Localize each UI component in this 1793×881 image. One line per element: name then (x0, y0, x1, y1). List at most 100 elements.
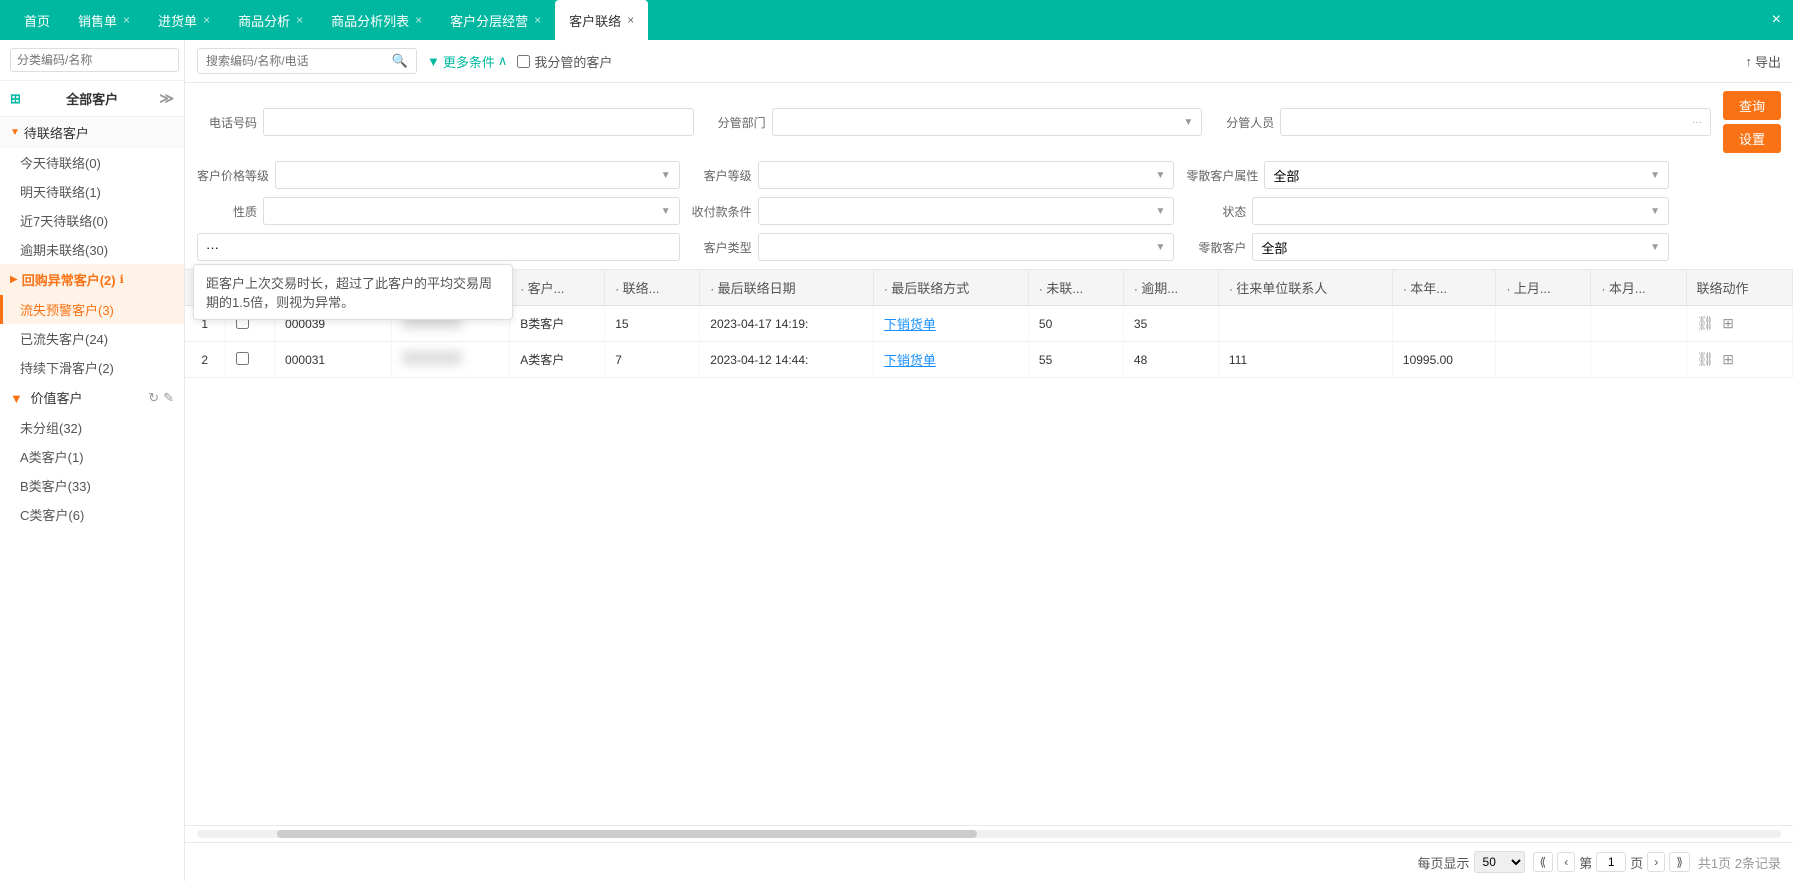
col-this-year: · 本年... (1392, 270, 1496, 306)
edit-icon[interactable]: ✎ (163, 390, 174, 406)
row2-last-type[interactable]: 下销货单 (873, 342, 1028, 378)
row2-contact-count: 7 (605, 342, 700, 378)
nav-product-list[interactable]: 商品分析列表 × (317, 0, 436, 40)
page-input[interactable] (1596, 852, 1626, 872)
col-contact-person: · 往来单位联系人 (1218, 270, 1392, 306)
sidebar-item-a-class[interactable]: A类客户(1) (0, 442, 184, 471)
tooltip-box: 距客户上次交易时长，超过了此客户的平均交易周期的1.5倍，则视为异常。 (193, 264, 513, 320)
page-label: 第 (1579, 853, 1592, 872)
nav-sales[interactable]: 销售单 × (64, 0, 144, 40)
row1-contact-person (1218, 306, 1392, 342)
nav-product-analysis-close[interactable]: × (296, 13, 303, 27)
row2-name-blurred (402, 351, 462, 365)
row2-link-icon[interactable]: ⛓ (1697, 351, 1715, 368)
export-icon: ↑ (1745, 54, 1752, 69)
row2-last-type-link[interactable]: 下销货单 (884, 353, 936, 368)
sidebar-item-7days[interactable]: 近7天待联络(0) (0, 206, 184, 235)
row2-last-month (1496, 342, 1591, 378)
extra-select[interactable]: ··· (197, 233, 680, 261)
nav-product-analysis[interactable]: 商品分析 × (224, 0, 317, 40)
prev-page-btn[interactable]: ‹ (1557, 852, 1575, 872)
sidebar-item-overdue[interactable]: 逾期未联络(30) (0, 235, 184, 264)
table-container: ⚙ · 客户编码 · 客户名称 · 客户... · 联络... · 最后联络日期… (185, 270, 1793, 825)
sidebar-item-c-class[interactable]: C类客户(6) (0, 500, 184, 529)
sidebar-item-b-class[interactable]: B类客户(33) (0, 471, 184, 500)
sidebar-item-today[interactable]: 今天待联络(0) (0, 148, 184, 177)
my-customers-check[interactable] (517, 55, 530, 68)
search-icon[interactable]: 🔍 (392, 53, 408, 69)
nav-customer-contact[interactable]: 客户联络 × (555, 0, 648, 40)
export-button[interactable]: ↑ 导出 (1745, 52, 1781, 71)
customer-grade-select[interactable]: ▼ (758, 161, 1175, 189)
sidebar-item-tomorrow[interactable]: 明天待联络(1) (0, 177, 184, 206)
col-last-month: · 上月... (1496, 270, 1591, 306)
customer-type-select[interactable]: ▼ (758, 233, 1175, 261)
scroll-thumb[interactable] (277, 830, 977, 838)
row1-contact-count: 15 (605, 306, 700, 342)
next-page-btn[interactable]: › (1647, 852, 1665, 872)
row1-qr-icon[interactable]: ⊞ (1722, 315, 1734, 332)
row1-last-date: 2023-04-17 14:19: (700, 306, 874, 342)
extra-field: ··· (197, 233, 680, 261)
row2-contact-person: 111 (1218, 342, 1392, 378)
value-customer-group: ▼ 价值客户 ↻ ✎ 未分组(32) A类客户(1) B类客户(33) C类客户… (0, 382, 184, 529)
export-label: 导出 (1755, 52, 1781, 71)
dept-field: 分管部门 ▼ (706, 108, 1203, 136)
query-button[interactable]: 查询 (1723, 91, 1781, 120)
col-last-type: · 最后联络方式 (873, 270, 1028, 306)
status-select[interactable]: ▼ (1252, 197, 1669, 225)
window-close-button[interactable]: × (1772, 11, 1781, 29)
per-page-label: 每页显示 (1418, 853, 1470, 872)
scatter-customer-select[interactable]: 全部 ▼ (1252, 233, 1669, 261)
nav-customer-segment-close[interactable]: × (534, 13, 541, 27)
row2-qr-icon[interactable]: ⊞ (1722, 351, 1734, 368)
phone-input[interactable] (263, 108, 694, 136)
row1-last-type-link[interactable]: 下销货单 (884, 317, 936, 332)
row1-last-type[interactable]: 下销货单 (873, 306, 1028, 342)
repurchase-anomaly-title[interactable]: ▶ 回购异常客户(2) ℹ (0, 264, 184, 295)
per-page-select[interactable]: 50 20 100 (1474, 851, 1525, 873)
sidebar-item-churn-warning[interactable]: 流失预警客户(3) (0, 295, 184, 324)
pending-contact-title[interactable]: ▼ 待联络客户 (0, 117, 184, 148)
search-input[interactable] (206, 54, 392, 68)
nav-purchase[interactable]: 进货单 × (144, 0, 224, 40)
manager-select[interactable]: ··· (1280, 108, 1711, 136)
manager-arrow-icon: ··· (1692, 117, 1702, 128)
nav-product-list-close[interactable]: × (415, 13, 422, 27)
filter-icon: ▼ (427, 54, 440, 69)
nature-select[interactable]: ▼ (263, 197, 680, 225)
settings-button[interactable]: 设置 (1723, 124, 1781, 153)
sidebar-item-churned[interactable]: 已流失客户(24) (0, 324, 184, 353)
row1-last-month (1496, 306, 1591, 342)
last-page-btn[interactable]: ⟫ (1669, 852, 1690, 872)
row2-check[interactable] (236, 352, 249, 365)
pending-contact-label: 待联络客户 (24, 123, 89, 142)
row2-checkbox[interactable] (225, 342, 275, 378)
more-conditions-btn[interactable]: ▼ 更多条件 ∧ (427, 52, 507, 71)
dept-label: 分管部门 (706, 114, 766, 131)
nav-customer-contact-close[interactable]: × (627, 13, 634, 27)
category-search-input[interactable] (10, 48, 179, 72)
nav-home[interactable]: 首页 (10, 0, 64, 40)
value-customer-label: 价值客户 (31, 391, 83, 406)
my-customers-checkbox[interactable]: 我分管的客户 (517, 52, 612, 71)
nav-purchase-close[interactable]: × (203, 13, 210, 27)
nav-customer-segment[interactable]: 客户分层经营 × (436, 0, 555, 40)
sidebar-collapse-btn[interactable]: ≫ (159, 90, 174, 107)
dept-select[interactable]: ▼ (772, 108, 1203, 136)
refresh-icon[interactable]: ↻ (148, 390, 159, 406)
payment-select[interactable]: ▼ (758, 197, 1175, 225)
row2-overdue: 48 (1123, 342, 1218, 378)
price-grade-select[interactable]: ▼ (275, 161, 680, 189)
manager-label: 分管人员 (1214, 114, 1274, 131)
sidebar-item-ungrouped[interactable]: 未分组(32) (0, 413, 184, 442)
horizontal-scrollbar[interactable] (185, 825, 1793, 842)
scatter-attr-select[interactable]: 全部 ▼ (1264, 161, 1669, 189)
sidebar-item-declining[interactable]: 持续下滑客户(2) (0, 353, 184, 382)
nav-sales-close[interactable]: × (123, 13, 130, 27)
phone-label: 电话号码 (197, 114, 257, 131)
first-page-btn[interactable]: ⟪ (1533, 852, 1554, 872)
row1-link-icon[interactable]: ⛓ (1697, 315, 1715, 332)
value-customer-title[interactable]: ▼ 价值客户 ↻ ✎ (0, 382, 184, 413)
col-contact-count: · 联络... (605, 270, 700, 306)
